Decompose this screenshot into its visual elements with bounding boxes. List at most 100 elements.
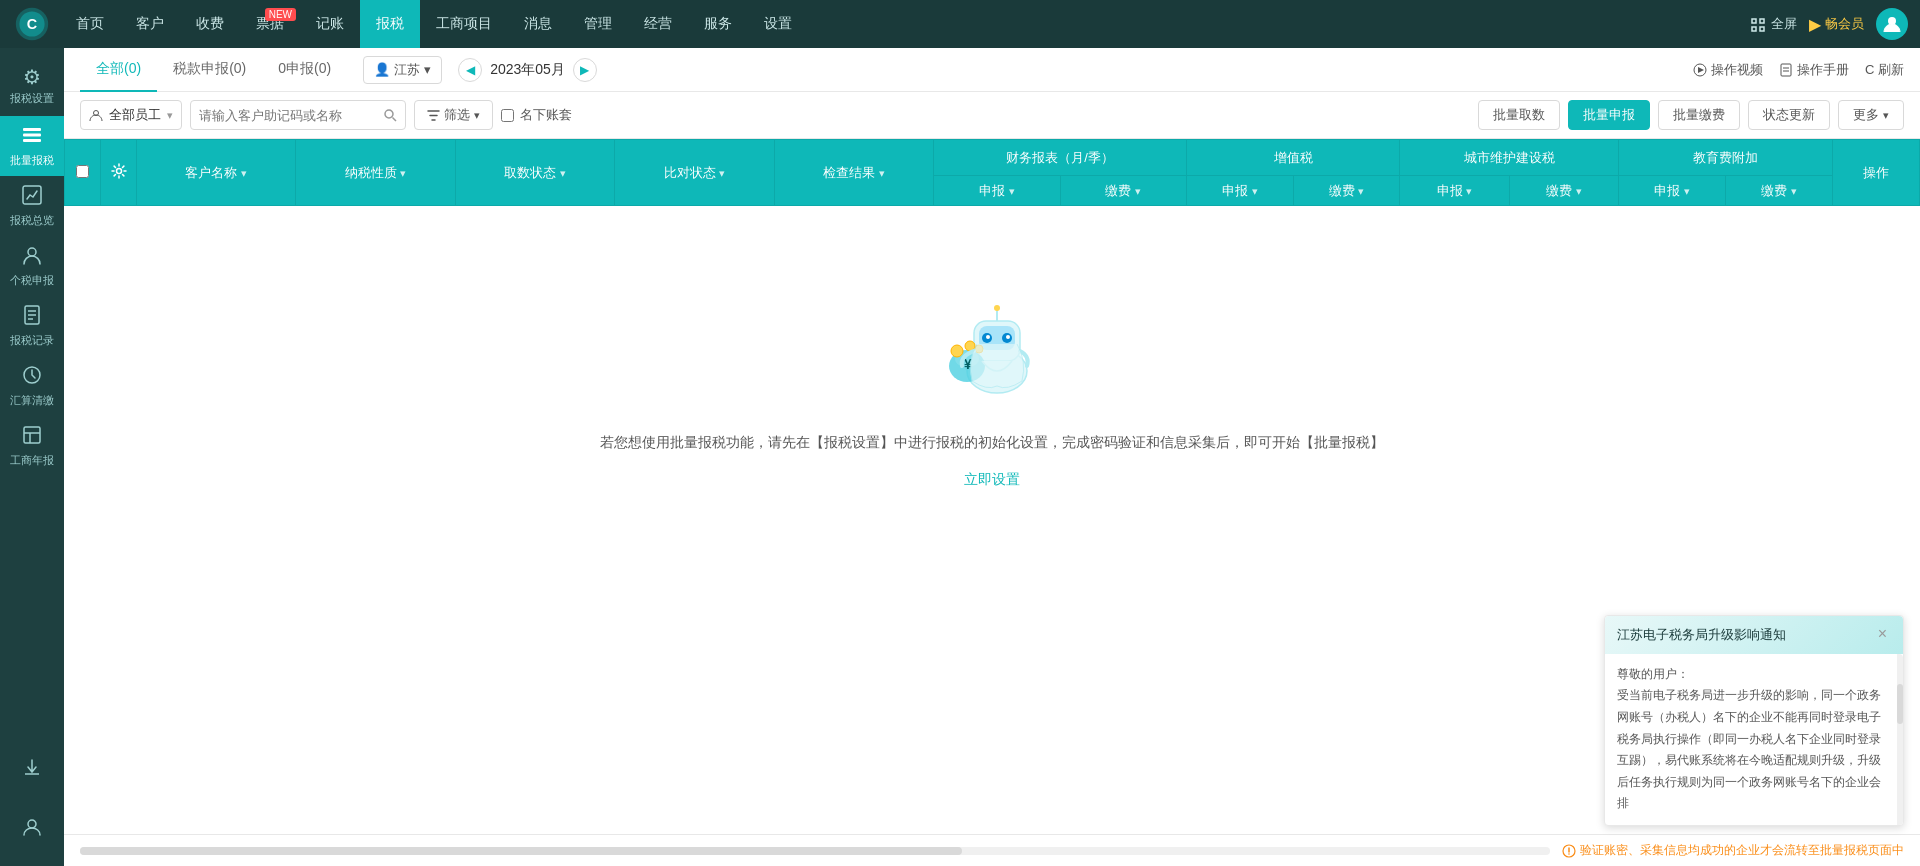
svg-rect-3 <box>1752 19 1756 23</box>
filter-icon[interactable]: ▾ <box>1009 185 1015 197</box>
employee-selector[interactable]: 全部员工 ▾ <box>80 100 182 130</box>
filter-icon[interactable]: ▾ <box>1358 185 1364 197</box>
sidebar-item-annual-report[interactable]: 工商年报 <box>0 416 64 476</box>
chevron-down-icon: ▾ <box>167 109 173 122</box>
app-logo[interactable]: C <box>12 4 52 44</box>
date-display: 2023年05月 <box>490 61 565 79</box>
empty-state-row: ¥ <box>65 206 1920 530</box>
sidebar-item-tax-settings[interactable]: ⚙ 报税设置 <box>0 56 64 116</box>
notification-text: 尊敬的用户： 受当前电子税务局进一步升级的影响，同一个政务网账号（办税人）名下的… <box>1617 664 1891 815</box>
empty-state-description: 若您想使用批量报税功能，请先在【报税设置】中进行报税的初始化设置，完成密码验证和… <box>600 430 1384 455</box>
urban-declare-sub: 申报 ▾ <box>1400 176 1510 206</box>
svg-point-38 <box>994 305 1000 311</box>
refresh-btn[interactable]: C 刷新 <box>1865 61 1904 79</box>
date-next-btn[interactable]: ▶ <box>573 58 597 82</box>
svg-rect-11 <box>23 186 41 204</box>
tab-zero-declare[interactable]: 0申报(0) <box>262 48 347 92</box>
checkbox-header <box>65 140 101 206</box>
filter-icon[interactable]: ▾ <box>879 167 885 179</box>
sidebar-item-personal-tax[interactable]: 个税申报 <box>0 236 64 296</box>
tab-tax-declare[interactable]: 税款申报(0) <box>157 48 262 92</box>
empty-state: ¥ <box>65 206 1920 529</box>
search-input[interactable] <box>199 108 379 123</box>
filter-icon[interactable]: ▾ <box>560 167 566 179</box>
settings-header[interactable] <box>101 140 137 206</box>
vat-header: 增值税 <box>1186 140 1399 176</box>
search-input-wrap <box>190 100 406 130</box>
person-icon <box>89 108 103 122</box>
sidebar: ⚙ 报税设置 批量报税 报税总览 <box>0 48 64 866</box>
vip-btn[interactable]: ▶ 畅会员 <box>1809 15 1864 34</box>
filter-icon[interactable]: ▾ <box>400 167 406 179</box>
sidebar-item-tax-records[interactable]: 报税记录 <box>0 296 64 356</box>
svg-rect-10 <box>23 139 41 142</box>
fullscreen-btn[interactable]: 全屏 <box>1751 15 1797 33</box>
svg-point-20 <box>28 820 36 828</box>
status-update-btn[interactable]: 状态更新 <box>1748 100 1830 130</box>
sidebar-download[interactable] <box>0 738 64 798</box>
nav-bookkeeping[interactable]: 记账 <box>300 0 360 48</box>
subordinate-accounts-checkbox[interactable]: 名下账套 <box>501 106 572 124</box>
date-prev-btn[interactable]: ◀ <box>458 58 482 82</box>
user-avatar[interactable] <box>1876 8 1908 40</box>
operation-video-btn[interactable]: 操作视频 <box>1693 61 1763 79</box>
edu-declare-sub: 申报 ▾ <box>1619 176 1726 206</box>
sidebar-user[interactable] <box>0 798 64 858</box>
nav-billing[interactable]: 收费 <box>180 0 240 48</box>
select-all-checkbox[interactable] <box>76 165 89 178</box>
nav-invoice[interactable]: 票据 NEW <box>240 0 300 48</box>
filter-icon[interactable]: ▾ <box>1684 185 1690 197</box>
svg-rect-4 <box>1760 19 1764 23</box>
batch-fetch-btn[interactable]: 批量取数 <box>1478 100 1560 130</box>
filter-icon[interactable]: ▾ <box>1252 185 1258 197</box>
sidebar-bottom <box>0 738 64 866</box>
svg-rect-8 <box>23 128 41 131</box>
svg-point-42 <box>951 345 963 357</box>
nav-tax[interactable]: 报税 <box>360 0 420 48</box>
notification-close-btn[interactable]: × <box>1874 626 1891 642</box>
operation-manual-btn[interactable]: 操作手册 <box>1779 61 1849 79</box>
filter-icon[interactable]: ▾ <box>1466 185 1472 197</box>
filter-icon[interactable]: ▾ <box>1791 185 1797 197</box>
notification-scrollbar[interactable] <box>1897 654 1903 825</box>
compare-status-header: 比对状态 ▾ <box>615 140 774 206</box>
svg-point-47 <box>1568 853 1570 855</box>
svg-point-29 <box>116 169 121 174</box>
search-icon[interactable] <box>383 108 397 122</box>
setup-link[interactable]: 立即设置 <box>964 471 1020 489</box>
download-icon <box>22 757 42 780</box>
filter-icon[interactable]: ▾ <box>1576 185 1582 197</box>
sidebar-item-settlement[interactable]: 汇算清缴 <box>0 356 64 416</box>
nav-manage[interactable]: 管理 <box>568 0 628 48</box>
tab-all[interactable]: 全部(0) <box>80 48 157 92</box>
nav-operation[interactable]: 经营 <box>628 0 688 48</box>
column-settings-icon <box>111 163 127 179</box>
batch-declare-btn[interactable]: 批量申报 <box>1568 100 1650 130</box>
province-selector[interactable]: 👤 江苏 ▾ <box>363 56 442 84</box>
filter-icon[interactable]: ▾ <box>1135 185 1141 197</box>
subordinate-checkbox-input[interactable] <box>501 109 514 122</box>
nav-service[interactable]: 服务 <box>688 0 748 48</box>
notification-body: 尊敬的用户： 受当前电子税务局进一步升级的影响，同一个政务网账号（办税人）名下的… <box>1605 654 1903 825</box>
horizontal-scrollbar[interactable] <box>80 847 1550 855</box>
nav-customer[interactable]: 客户 <box>120 0 180 48</box>
education-surcharge-header: 教育费附加 <box>1619 140 1832 176</box>
nav-home[interactable]: 首页 <box>60 0 120 48</box>
nav-message[interactable]: 消息 <box>508 0 568 48</box>
nav-settings[interactable]: 设置 <box>748 0 808 48</box>
more-btn[interactable]: 更多 ▾ <box>1838 100 1904 130</box>
toolbar-right: 批量取数 批量申报 批量缴费 状态更新 更多 ▾ <box>1478 100 1904 130</box>
notification-title: 江苏电子税务局升级影响通知 <box>1617 626 1786 644</box>
sidebar-item-tax-overview[interactable]: 报税总览 <box>0 176 64 236</box>
toolbar: 全部员工 ▾ 筛选 ▾ 名下账套 <box>64 92 1920 139</box>
scrollbar-thumb <box>80 847 962 855</box>
nav-business[interactable]: 工商项目 <box>420 0 508 48</box>
filter-icon[interactable]: ▾ <box>241 167 247 179</box>
filter-icon <box>427 109 440 122</box>
table-body: ¥ <box>65 206 1920 530</box>
new-badge: NEW <box>265 8 296 21</box>
filter-btn[interactable]: 筛选 ▾ <box>414 100 493 130</box>
batch-pay-btn[interactable]: 批量缴费 <box>1658 100 1740 130</box>
filter-icon[interactable]: ▾ <box>719 167 725 179</box>
sidebar-item-batch-tax[interactable]: 批量报税 <box>0 116 64 176</box>
